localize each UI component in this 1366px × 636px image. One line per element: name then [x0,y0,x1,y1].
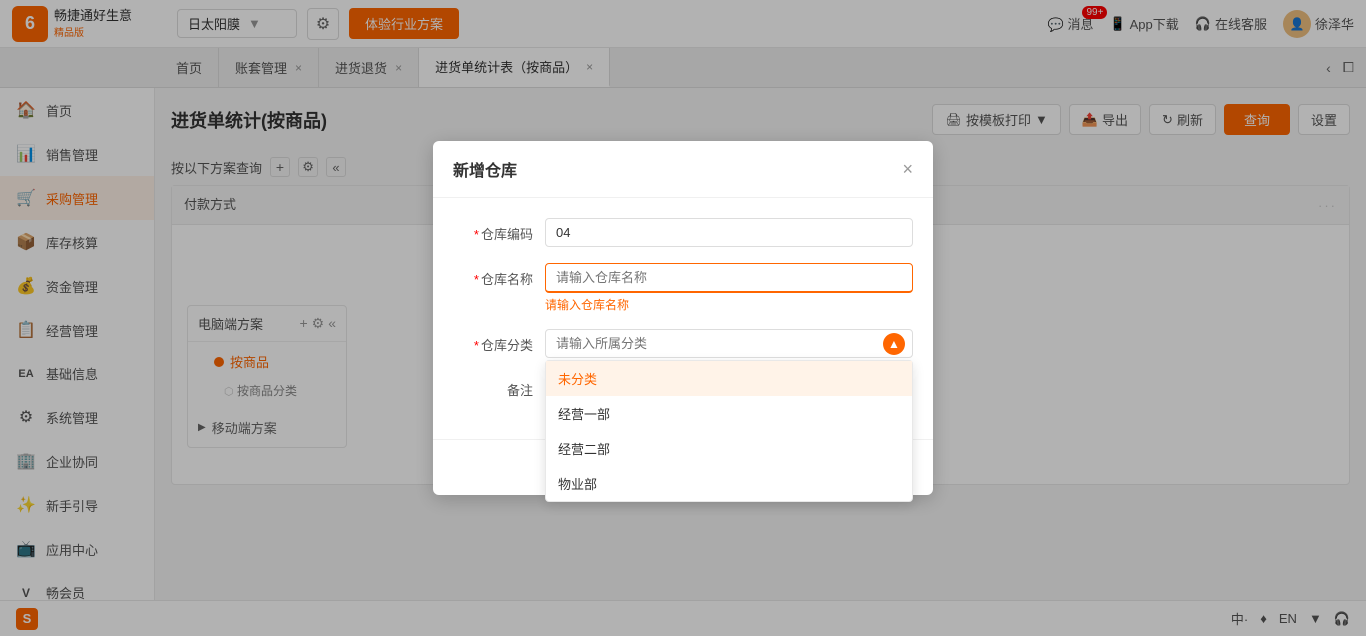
name-label: 仓库名称 [453,263,533,288]
note-label: 备注 [453,374,533,399]
name-input[interactable] [545,263,913,293]
form-row-name: 仓库名称 请输入仓库名称 [453,263,913,313]
category-input[interactable] [545,329,913,358]
category-dropdown-list: 未分类 经营一部 经营二部 物业部 [545,360,913,502]
modal-overlay: 新增仓库 × 仓库编码 仓库名称 请输入仓库名称 仓库分类 [0,0,1366,636]
modal-body: 仓库编码 仓库名称 请输入仓库名称 仓库分类 [433,198,933,439]
add-warehouse-modal: 新增仓库 × 仓库编码 仓库名称 请输入仓库名称 仓库分类 [433,141,933,495]
category-select-wrapper: ▲ 未分类 经营一部 经营二部 物业部 [545,329,913,358]
dropdown-item-property[interactable]: 物业部 [546,466,912,501]
code-label: 仓库编码 [453,218,533,243]
dropdown-item-uncategorized[interactable]: 未分类 [546,361,912,396]
modal-title: 新增仓库 [453,157,517,181]
modal-close-icon[interactable]: × [902,159,913,180]
dropdown-item-dept1[interactable]: 经营一部 [546,396,912,431]
chevron-up-icon: ▲ [888,337,900,351]
name-field: 请输入仓库名称 [545,263,913,313]
name-error-msg: 请输入仓库名称 [545,296,913,313]
category-label: 仓库分类 [453,329,533,354]
modal-header: 新增仓库 × [433,141,933,198]
code-input[interactable] [545,218,913,247]
category-dropdown-icon[interactable]: ▲ [883,333,905,355]
form-row-category: 仓库分类 ▲ 未分类 经营一部 经营二部 物业部 [453,329,913,358]
category-field: ▲ 未分类 经营一部 经营二部 物业部 [545,329,913,358]
form-row-code: 仓库编码 [453,218,913,247]
code-field [545,218,913,247]
dropdown-item-dept2[interactable]: 经营二部 [546,431,912,466]
